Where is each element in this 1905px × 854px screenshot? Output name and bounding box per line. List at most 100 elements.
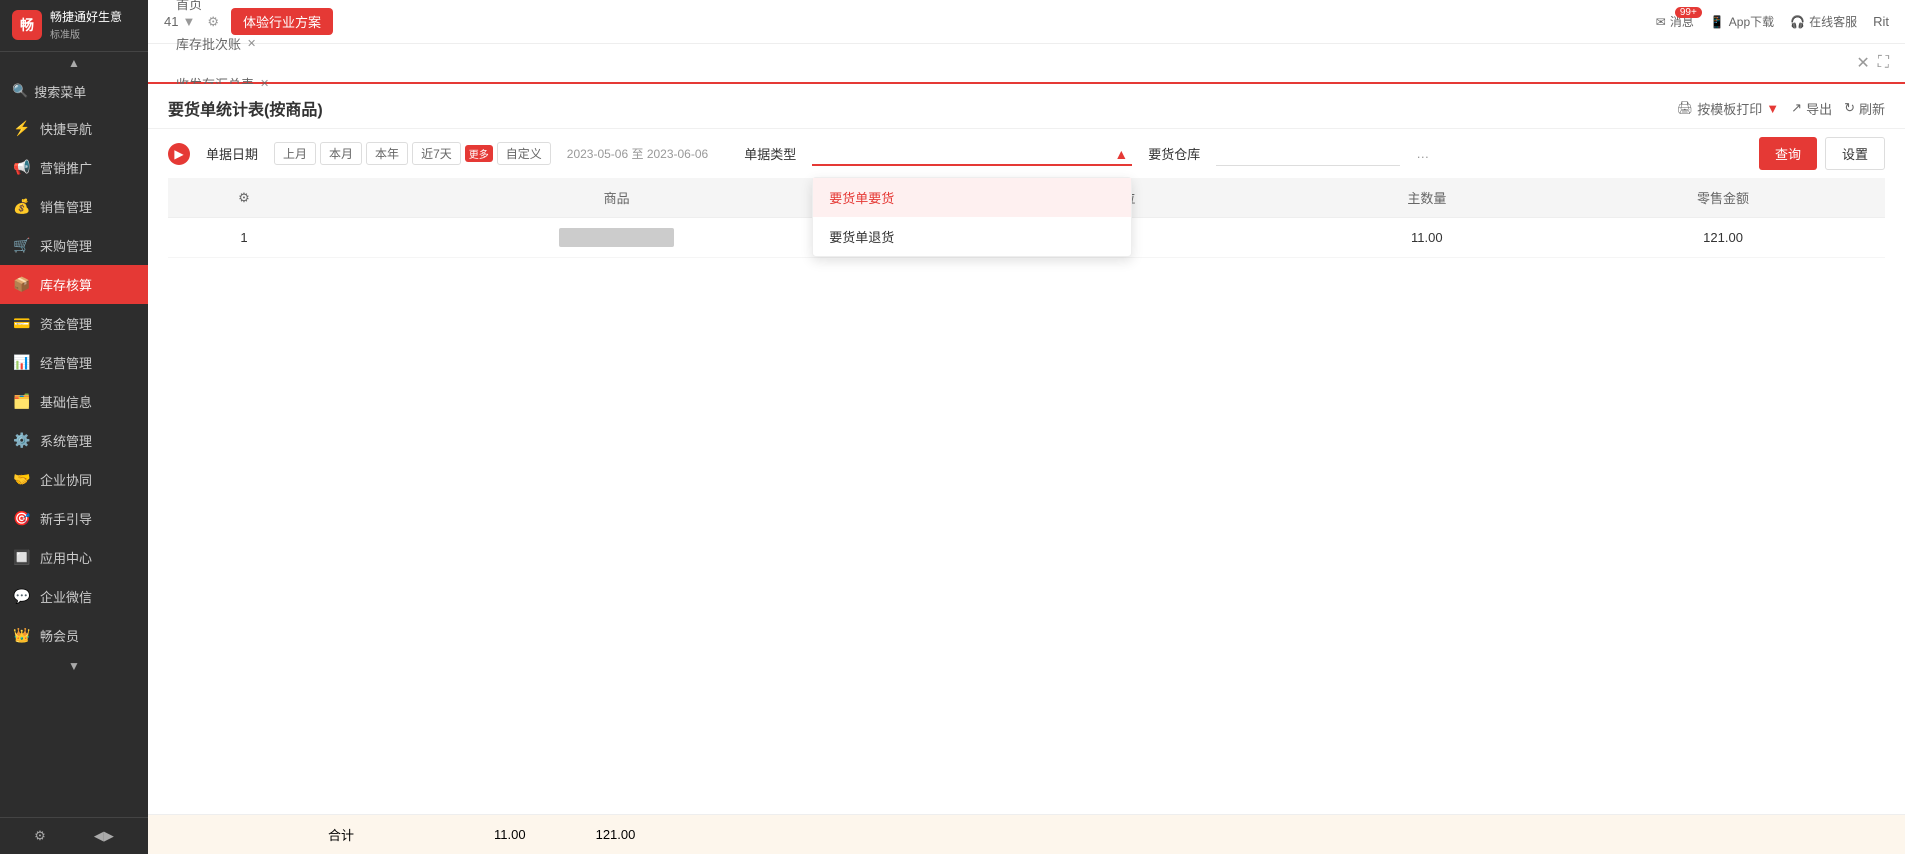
sidebar-item-wechat[interactable]: 💬 企业微信 <box>0 577 148 616</box>
appstore-icon: 🔲 <box>12 549 32 566</box>
tabs-right: ✕ ⛶ <box>1856 53 1889 73</box>
inventory-icon: 📦 <box>12 276 32 293</box>
operations-icon: 📊 <box>12 354 32 371</box>
sidebar-item-inventory[interactable]: 📦 库存核算 <box>0 265 148 304</box>
type-filter-label: 单据类型 <box>744 144 796 163</box>
tab-close-inventory-batch[interactable]: ✕ <box>247 37 256 50</box>
sidebar-item-appstore[interactable]: 🔲 应用中心 <box>0 538 148 577</box>
tab-label-home: 首页 <box>176 0 202 13</box>
this-month-button[interactable]: 本月 <box>320 142 362 165</box>
col-header-settings[interactable]: ⚙ <box>168 178 320 218</box>
sidebar-item-member[interactable]: 👑 畅会员 <box>0 616 148 655</box>
tab-close-all-button[interactable]: ✕ <box>1856 53 1869 73</box>
wechat-icon: 💬 <box>12 588 32 605</box>
sidebar-label-wechat: 企业微信 <box>40 587 92 606</box>
sidebar-label-marketing: 营销推广 <box>40 158 92 177</box>
sidebar-item-system[interactable]: ⚙️系统管理 <box>0 421 148 460</box>
custom-date-button[interactable]: 自定义 <box>497 142 551 165</box>
support-link[interactable]: 🎧 在线客服 <box>1790 13 1857 30</box>
app-icon: 📱 <box>1710 15 1725 29</box>
type-select-wrapper: ▲ 要货单要货 要货单退货 <box>812 141 1132 166</box>
filter-row: ▶ 单据日期 上月 本月 本年 近7天 更多 自定义 2023-05-06 至 … <box>148 128 1905 178</box>
sidebar-label-purchase: 采购管理 <box>40 236 92 255</box>
sidebar-item-sales[interactable]: 💰 销售管理 <box>0 187 148 226</box>
tab-bar: 首页库存批次账✕收发存汇总表✕要货单统计表✕ ✕ ⛶ <box>148 44 1905 84</box>
tab-inventory-batch[interactable]: 库存批次账✕ <box>164 23 281 63</box>
topbar-right: ✉ 消息 99+ 📱 App下载 🎧 在线客服 Rit <box>1656 13 1889 30</box>
enterprise-icon: 🤝 <box>12 471 32 488</box>
print-button[interactable]: 🖨 按模板打印 ▼ <box>1677 99 1779 118</box>
messages-count: 99+ <box>1675 7 1702 18</box>
warehouse-filter-label: 要货仓库 <box>1148 144 1200 163</box>
sidebar-item-enterprise[interactable]: 🤝企业协同 <box>0 460 148 499</box>
sidebar-header: 畅 畅捷通好生意 标准版 <box>0 0 148 52</box>
dropdown-item-order-goods[interactable]: 要货单要货 <box>813 178 1131 217</box>
collapse-icon[interactable]: ◀▶ <box>94 828 114 844</box>
sidebar-item-purchase[interactable]: 🛒采购管理 <box>0 226 148 265</box>
more-date-badge[interactable]: 更多 <box>465 145 493 162</box>
date-quick-buttons: 上月 本月 本年 近7天 更多 自定义 <box>274 142 551 165</box>
tab-home[interactable]: 首页 <box>164 0 281 23</box>
tab-close-order-stats[interactable]: ✕ <box>260 117 269 130</box>
last-7days-button[interactable]: 近7天 <box>412 142 461 165</box>
message-icon: ✉ <box>1656 15 1666 29</box>
sidebar-scroll-up[interactable]: ▲ <box>0 52 148 74</box>
support-label: 在线客服 <box>1809 13 1857 30</box>
date-range-display: 2023-05-06 至 2023-06-06 <box>567 145 708 162</box>
refresh-button[interactable]: ↻ 刷新 <box>1844 99 1885 118</box>
type-select-input[interactable] <box>812 141 1132 166</box>
export-icon: ↗ <box>1791 100 1802 116</box>
sidebar-item-guide[interactable]: 🎯新手引导 <box>0 499 148 538</box>
settings-icon[interactable]: ⚙ <box>34 828 46 844</box>
quick-nav-icon: ⚡ <box>12 120 32 137</box>
tab-close-shipment-summary[interactable]: ✕ <box>260 77 269 90</box>
sidebar-scroll-down[interactable]: ▼ <box>0 655 148 677</box>
sidebar-label-sales: 销售管理 <box>40 197 92 216</box>
export-label: 导出 <box>1806 99 1832 118</box>
print-icon: 🖨 <box>1677 100 1694 116</box>
app-logo: 畅 <box>12 10 42 40</box>
tab-expand-button[interactable]: ⛶ <box>1878 53 1889 73</box>
refresh-icon: ↻ <box>1844 100 1855 116</box>
page-title: 要货单统计表(按商品) <box>168 96 323 120</box>
dropdown-item-order-return[interactable]: 要货单退货 <box>813 217 1131 256</box>
filter-expand-button[interactable]: ▶ <box>168 143 190 165</box>
sidebar-item-finance[interactable]: 💳资金管理 <box>0 304 148 343</box>
sidebar-item-operations[interactable]: 📊 经营管理 <box>0 343 148 382</box>
export-button[interactable]: ↗ 导出 <box>1791 99 1832 118</box>
search-menu-item[interactable]: 🔍 搜索菜单 <box>0 74 148 109</box>
warehouse-filter-input[interactable] <box>1216 142 1400 166</box>
footer-total-label: 合计 <box>328 825 354 844</box>
warehouse-more-icon[interactable]: … <box>1416 146 1429 161</box>
search-icon: 🔍 <box>12 83 28 99</box>
sidebar-label-appstore: 应用中心 <box>40 548 92 567</box>
sidebar-label-member: 畅会员 <box>40 626 79 645</box>
user-avatar[interactable]: Rit <box>1873 14 1889 29</box>
print-label: 按模板打印 <box>1697 99 1762 118</box>
footer-total-qty: 11.00 <box>494 827 526 842</box>
sidebar-item-marketing[interactable]: 📢 营销推广 <box>0 148 148 187</box>
refresh-label: 刷新 <box>1859 99 1885 118</box>
setting-button[interactable]: 设置 <box>1825 137 1885 170</box>
filter-actions: 查询 设置 <box>1759 137 1885 170</box>
marketing-icon: 📢 <box>12 159 32 176</box>
sales-icon: 💰 <box>12 198 32 215</box>
sidebar-label-operations: 经营管理 <box>40 353 92 372</box>
main-content: 41 ▼ ⚙ 体验行业方案 ✉ 消息 99+ 📱 App下载 🎧 在线客服 Ri… <box>148 0 1905 854</box>
system-icon: ⚙️ <box>12 432 32 449</box>
app-download-link[interactable]: 📱 App下载 <box>1710 13 1774 30</box>
app-subtitle: 标准版 <box>50 26 122 41</box>
last-month-button[interactable]: 上月 <box>274 142 316 165</box>
guide-icon: 🎯 <box>12 510 32 527</box>
query-button[interactable]: 查询 <box>1759 137 1817 170</box>
row-index-0: 1 <box>168 218 320 258</box>
this-year-button[interactable]: 本年 <box>366 142 408 165</box>
sidebar-item-basic[interactable]: 🗂️基础信息 <box>0 382 148 421</box>
app-label: App下载 <box>1729 13 1774 30</box>
sidebar-label-inventory: 库存核算 <box>40 275 92 294</box>
topbar: 41 ▼ ⚙ 体验行业方案 ✉ 消息 99+ 📱 App下载 🎧 在线客服 Ri… <box>148 0 1905 44</box>
sidebar-item-quick-nav[interactable]: ⚡快捷导航 <box>0 109 148 148</box>
messages-badge[interactable]: ✉ 消息 99+ <box>1656 13 1694 30</box>
type-select-arrow[interactable]: ▲ <box>1114 146 1128 162</box>
member-icon: 👑 <box>12 627 32 644</box>
